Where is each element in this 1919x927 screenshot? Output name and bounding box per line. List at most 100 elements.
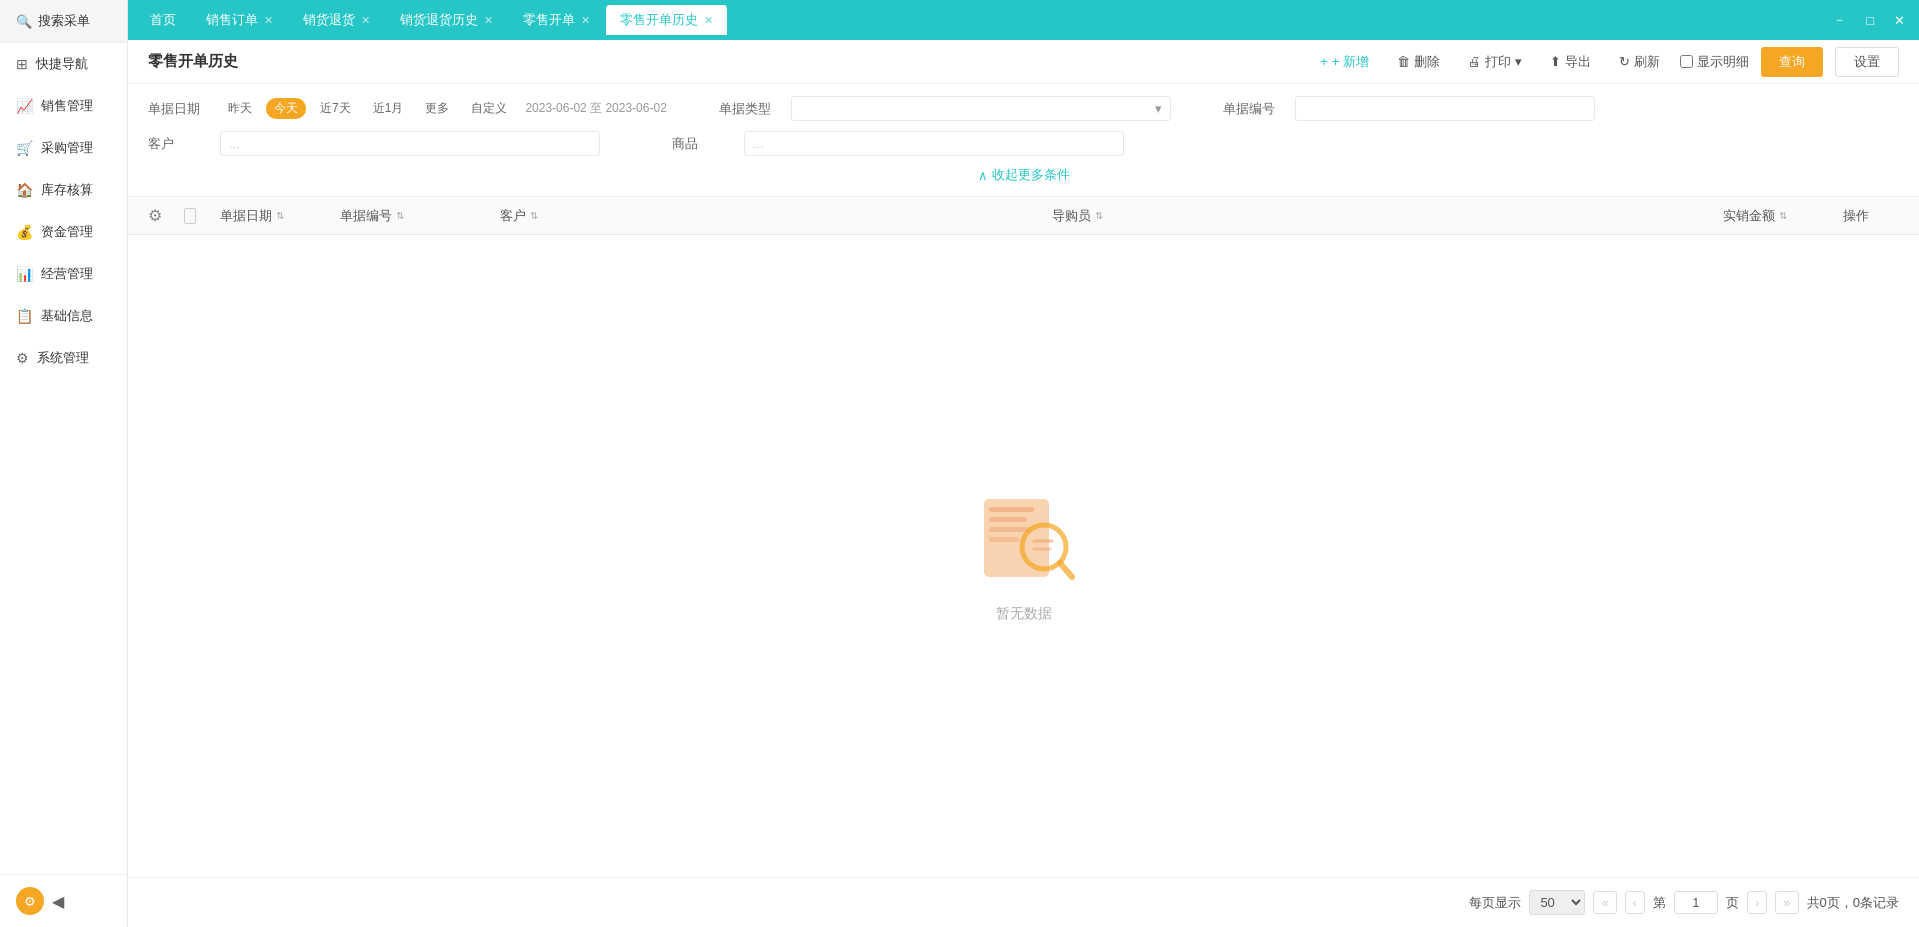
tab-retail-history-close[interactable]: ✕ <box>704 14 713 27</box>
th-spacer <box>1160 208 1712 224</box>
tab-home[interactable]: 首页 <box>136 5 190 35</box>
sidebar-item-system[interactable]: ⚙ 系统管理 <box>0 337 127 379</box>
filter-row-2: 客户 ... 商品 ... <box>148 131 1899 156</box>
trash-icon: 🗑 <box>1397 54 1410 69</box>
tab-retail-history[interactable]: 零售开单历史 ✕ <box>606 5 727 35</box>
date-btn-more[interactable]: 更多 <box>417 97 457 120</box>
close-btn[interactable]: ✕ <box>1888 11 1911 30</box>
tab-sales-return-history-close[interactable]: ✕ <box>484 14 493 27</box>
doc-type-filter-label: 单据类型 <box>719 100 779 118</box>
settings-button[interactable]: 设置 <box>1835 47 1899 77</box>
date-btn-today[interactable]: 今天 <box>266 98 306 119</box>
tab-retail-history-label: 零售开单历史 <box>620 11 698 29</box>
display-detail-checkbox[interactable] <box>1680 55 1693 68</box>
gear-icon: ⚙ <box>24 894 36 909</box>
sidebar-item-quick-nav[interactable]: ⊞ 快捷导航 <box>0 43 127 85</box>
add-button[interactable]: + + 新增 <box>1312 49 1377 75</box>
tab-sales-return-history[interactable]: 销货退货历史 ✕ <box>386 5 507 35</box>
page-input[interactable] <box>1674 891 1718 914</box>
pagination-summary: 共0页，0条记录 <box>1807 894 1899 912</box>
sidebar-item-label: 系统管理 <box>37 349 89 367</box>
minimize-btn[interactable]: － <box>1827 9 1852 31</box>
tab-retail-open[interactable]: 零售开单 ✕ <box>509 5 604 35</box>
doc-type-select[interactable]: ▾ <box>791 96 1171 121</box>
collapse-filter-btn[interactable]: ∧ 收起更多条件 <box>148 166 1899 184</box>
date-btn-7days[interactable]: 近7天 <box>312 97 359 120</box>
per-page-label: 每页显示 <box>1469 894 1521 912</box>
query-button[interactable]: 查询 <box>1761 47 1823 77</box>
th-settings[interactable]: ⚙ <box>136 198 172 233</box>
date-btn-1month[interactable]: 近1月 <box>365 97 412 120</box>
sidebar-item-label: 快捷导航 <box>36 55 88 73</box>
export-label: 导出 <box>1565 53 1591 71</box>
date-btn-custom[interactable]: 自定义 <box>463 97 515 120</box>
per-page-select[interactable]: 50 10 20 100 <box>1529 890 1585 915</box>
first-page-btn[interactable]: « <box>1593 891 1616 914</box>
sort-customer-icon[interactable]: ⇅ <box>530 210 538 221</box>
th-customer[interactable]: 客户 ⇅ <box>488 199 1040 233</box>
th-customer-label: 客户 <box>500 207 526 225</box>
search-icon: 🔍 <box>16 14 32 29</box>
display-detail-toggle[interactable]: 显示明细 <box>1680 53 1749 71</box>
sidebar-item-label: 销售管理 <box>41 97 93 115</box>
export-icon: ⬆ <box>1550 54 1561 69</box>
tab-sales-order[interactable]: 销售订单 ✕ <box>192 5 287 35</box>
th-amount[interactable]: 实销金额 ⇅ <box>1711 199 1831 233</box>
svg-rect-1 <box>989 507 1034 512</box>
sidebar-item-sales-mgmt[interactable]: 📈 销售管理 <box>0 85 127 127</box>
tab-sales-return-history-label: 销货退货历史 <box>400 11 478 29</box>
th-date[interactable]: 单据日期 ⇅ <box>208 199 328 233</box>
print-button[interactable]: 🖨 打印 ▾ <box>1460 49 1530 75</box>
operation-icon: 📊 <box>16 266 33 282</box>
customer-select[interactable]: ... <box>220 131 600 156</box>
sidebar-item-finance[interactable]: 💰 资金管理 <box>0 211 127 253</box>
next-page-btn[interactable]: › <box>1747 891 1767 914</box>
sort-num-icon[interactable]: ⇅ <box>396 210 404 221</box>
th-salesperson-label: 导购员 <box>1052 207 1091 225</box>
tab-sales-return[interactable]: 销货退货 ✕ <box>289 5 384 35</box>
display-detail-label: 显示明细 <box>1697 53 1749 71</box>
settings-bottom-icon[interactable]: ⚙ <box>16 887 44 915</box>
sidebar-collapse-btn[interactable]: ◀ <box>52 892 64 911</box>
sidebar-item-purchase-mgmt[interactable]: 🛒 采购管理 <box>0 127 127 169</box>
sidebar-item-basic-info[interactable]: 📋 基础信息 <box>0 295 127 337</box>
sort-date-icon[interactable]: ⇅ <box>276 210 284 221</box>
page-label: 页 <box>1726 894 1739 912</box>
tabbar: 首页 销售订单 ✕ 销货退货 ✕ 销货退货历史 ✕ 零售开单 ✕ 零售开单历史 … <box>128 0 1919 40</box>
goods-select[interactable]: ... <box>744 131 1124 156</box>
tab-sales-return-close[interactable]: ✕ <box>361 14 370 27</box>
date-btn-yesterday[interactable]: 昨天 <box>220 97 260 120</box>
doc-num-input[interactable] <box>1295 96 1595 121</box>
filter-dates: 昨天 今天 近7天 近1月 更多 自定义 2023-06-02 至 2023-0… <box>220 97 667 120</box>
add-icon: + <box>1320 54 1328 69</box>
sidebar-item-operation[interactable]: 📊 经营管理 <box>0 253 127 295</box>
prev-page-btn[interactable]: ‹ <box>1625 891 1645 914</box>
tab-sales-return-label: 销货退货 <box>303 11 355 29</box>
sort-amount-icon[interactable]: ⇅ <box>1779 210 1787 221</box>
basic-info-icon: 📋 <box>16 308 33 324</box>
th-checkbox[interactable] <box>172 200 208 232</box>
maximize-btn[interactable]: □ <box>1860 11 1880 30</box>
sidebar-bottom: ⚙ ◀ <box>0 874 127 927</box>
table-area: ⚙ 单据日期 ⇅ 单据编号 ⇅ 客户 ⇅ 导购员 ⇅ 实 <box>128 197 1919 877</box>
refresh-button[interactable]: ↻ 刷新 <box>1611 49 1668 75</box>
sort-salesperson-icon[interactable]: ⇅ <box>1095 210 1103 221</box>
sidebar-item-label: 采购管理 <box>41 139 93 157</box>
tab-sales-order-close[interactable]: ✕ <box>264 14 273 27</box>
settings-gear-icon[interactable]: ⚙ <box>148 206 162 225</box>
tab-retail-open-close[interactable]: ✕ <box>581 14 590 27</box>
table-header: ⚙ 单据日期 ⇅ 单据编号 ⇅ 客户 ⇅ 导购员 ⇅ 实 <box>128 197 1919 235</box>
export-button[interactable]: ⬆ 导出 <box>1542 49 1599 75</box>
sidebar-item-inventory[interactable]: 🏠 库存核算 <box>0 169 127 211</box>
sidebar-search[interactable]: 🔍 搜索采单 <box>0 0 127 43</box>
di-label: 第 <box>1653 894 1666 912</box>
th-salesperson[interactable]: 导购员 ⇅ <box>1040 199 1160 233</box>
svg-rect-3 <box>989 527 1031 532</box>
svg-rect-2 <box>989 517 1027 522</box>
last-page-btn[interactable]: » <box>1775 891 1798 914</box>
delete-button[interactable]: 🗑 删除 <box>1389 49 1448 75</box>
th-num[interactable]: 单据编号 ⇅ <box>328 199 488 233</box>
select-all-checkbox[interactable] <box>184 208 196 224</box>
add-label: + 新增 <box>1332 53 1369 71</box>
collapse-label: 收起更多条件 <box>992 166 1070 184</box>
